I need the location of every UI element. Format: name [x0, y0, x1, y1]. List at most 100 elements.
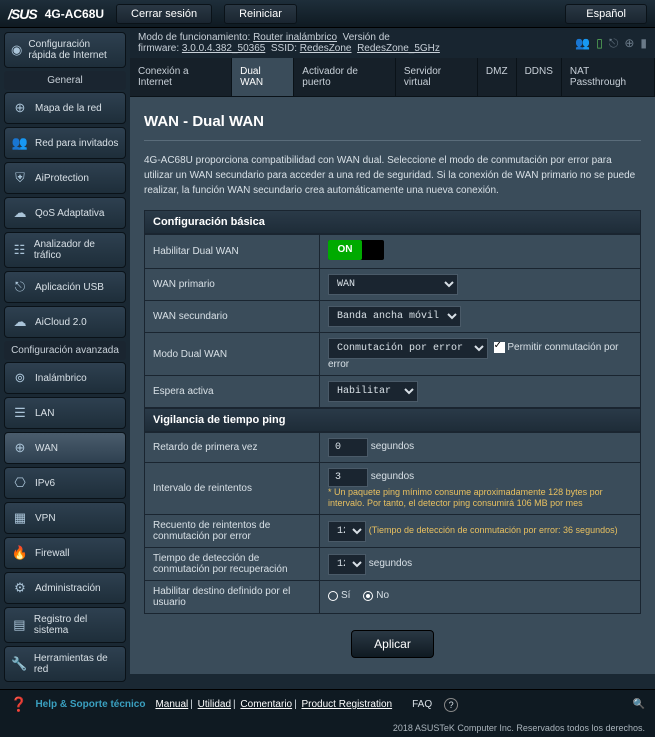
tab-ddns[interactable]: DDNS	[517, 58, 562, 96]
sidebar-item-guest-network[interactable]: 👥Red para invitados	[4, 127, 126, 159]
copyright-text: 2018 ASUSTeK Computer Inc. Reservados to…	[0, 719, 655, 737]
users-icon: 👥	[11, 134, 29, 152]
sidebar-item-label: Registro del sistema	[34, 614, 119, 636]
faq-help-icon[interactable]: ?	[444, 698, 458, 712]
enable-dualwan-label: Habilitar Dual WAN	[145, 235, 320, 269]
content-panel: WAN - Dual WAN 4G-AC68U proporciona comp…	[130, 97, 655, 674]
language-select[interactable]: Español	[565, 4, 647, 24]
tab-port-trigger[interactable]: Activador de puerto	[294, 58, 396, 96]
gauge-icon: ☁	[11, 204, 29, 222]
sidebar-item-aicloud[interactable]: ☁AiCloud 2.0	[4, 306, 126, 338]
retry-interval-input[interactable]: 3	[328, 468, 368, 487]
users-status-icon[interactable]: 👥	[575, 36, 590, 51]
top-bar: /SUS 4G-AC68U Cerrar sesión Reiniciar Es…	[0, 0, 655, 28]
product-reg-link[interactable]: Product Registration	[302, 699, 393, 710]
failover-retry-select[interactable]: 12	[328, 521, 366, 542]
ssid-value-2[interactable]: RedesZone_5GHz	[357, 43, 440, 54]
tab-nat-passthrough[interactable]: NAT Passthrough	[562, 58, 655, 96]
enable-dualwan-toggle[interactable]: ON	[328, 240, 384, 260]
sidebar-item-label: WAN	[35, 443, 58, 454]
sidebar-item-network-map[interactable]: ⊕Mapa de la red	[4, 92, 126, 124]
tab-dual-wan[interactable]: Dual WAN	[232, 58, 294, 96]
sidebar-item-nettools[interactable]: 🔧Herramientas de red	[4, 646, 126, 682]
logout-button[interactable]: Cerrar sesión	[116, 4, 212, 24]
recovery-time-select[interactable]: 12	[328, 554, 366, 575]
reboot-button[interactable]: Reiniciar	[224, 4, 297, 24]
wifi-icon: ⊚	[11, 369, 29, 387]
search-icon[interactable]: 🔍	[633, 699, 645, 710]
info-bar: Modo de funcionamiento: Router inalámbri…	[130, 28, 655, 58]
help-icon[interactable]: ❓	[10, 696, 27, 713]
usb-icon: ⎋	[11, 278, 29, 296]
chart-icon: ☷	[11, 241, 28, 259]
help-link[interactable]: Help & Soporte técnico	[35, 699, 145, 710]
user-dest-yes-radio[interactable]: Sí	[328, 590, 350, 601]
tab-dmz[interactable]: DMZ	[478, 58, 517, 96]
section-basic-header: Configuración básica	[144, 210, 641, 234]
sidebar-item-ipv6[interactable]: ⎔ IPv6	[4, 467, 126, 499]
ssid-value-1[interactable]: RedesZone	[300, 43, 352, 54]
sidebar-item-label: Herramientas de red	[34, 653, 119, 675]
radio-icon	[328, 591, 338, 601]
sidebar-item-label: Firewall	[35, 548, 69, 559]
seconds-label: segundos	[371, 441, 414, 452]
sidebar-item-vpn[interactable]: ▦VPN	[4, 502, 126, 534]
status-icons: 👥 ▯ ⎋ ⊕ ▮	[575, 36, 647, 51]
allow-failover-checkbox[interactable]	[494, 342, 505, 353]
sidebar-item-syslog[interactable]: ▤Registro del sistema	[4, 607, 126, 643]
tab-virtual-server[interactable]: Servidor virtual	[396, 58, 478, 96]
toggle-on-label: ON	[328, 240, 362, 260]
wan-status-icon[interactable]: ⊕	[624, 36, 634, 51]
no-label: No	[376, 590, 389, 601]
primary-wan-select[interactable]: WAN	[328, 274, 458, 295]
ipv6-icon: ⎔	[11, 474, 29, 492]
secondary-wan-select[interactable]: Banda ancha móvil	[328, 306, 461, 327]
mobile-status-icon[interactable]: ▯	[596, 36, 603, 51]
dualwan-mode-select[interactable]: Conmutación por error	[328, 338, 488, 359]
sidebar-item-traffic[interactable]: ☷ Analizador de tráfico	[4, 232, 126, 268]
sidebar-item-admin[interactable]: ⚙Administración	[4, 572, 126, 604]
utility-link[interactable]: Utilidad	[198, 699, 231, 710]
sidebar-quick-setup[interactable]: ◉ Configuración rápida de Internet	[4, 32, 126, 68]
tab-internet-connection[interactable]: Conexión a Internet	[130, 58, 232, 96]
first-delay-input[interactable]: 0	[328, 438, 368, 457]
mode-value[interactable]: Router inalámbrico	[253, 32, 337, 43]
sidebar-item-firewall[interactable]: 🔥Firewall	[4, 537, 126, 569]
apply-button[interactable]: Aplicar	[351, 630, 434, 658]
sidebar-item-label: Analizador de tráfico	[34, 239, 119, 261]
sidebar-item-wan[interactable]: ⊕WAN	[4, 432, 126, 464]
section-ping-header: Vigilancia de tiempo ping	[144, 408, 641, 432]
sidebar: ◉ Configuración rápida de Internet Gener…	[0, 28, 130, 689]
sidebar-item-aiprotection[interactable]: ⛨AiProtection	[4, 162, 126, 194]
sidebar-header-advanced: Configuración avanzada	[4, 341, 126, 360]
sidebar-item-label: Inalámbrico	[35, 373, 87, 384]
interval-note: * Un paquete ping mínimo consume aproxim…	[328, 487, 603, 508]
firmware-label: firmware:	[138, 43, 179, 54]
sidebar-item-wireless[interactable]: ⊚ Inalámbrico	[4, 362, 126, 394]
sidebar-item-label: QoS Adaptativa	[35, 208, 105, 219]
yes-label: Sí	[341, 590, 350, 601]
retry-interval-label: Intervalo de reintentos	[145, 463, 320, 515]
primary-wan-label: WAN primario	[145, 269, 320, 301]
gear-icon: ⚙	[11, 579, 29, 597]
sidebar-item-lan[interactable]: ☰LAN	[4, 397, 126, 429]
sidebar-item-label: IPv6	[35, 478, 55, 489]
signal-status-icon[interactable]: ▮	[640, 36, 647, 51]
vpn-icon: ▦	[11, 509, 29, 527]
usb-status-icon[interactable]: ⎋	[609, 36, 619, 51]
user-dest-no-radio[interactable]: No	[363, 590, 389, 601]
feedback-link[interactable]: Comentario	[240, 699, 292, 710]
manual-link[interactable]: Manual	[155, 699, 188, 710]
failover-retry-label: Recuento de reintentos de conmutación po…	[145, 515, 320, 548]
sidebar-item-qos[interactable]: ☁ QoS Adaptativa	[4, 197, 126, 229]
hot-standby-select[interactable]: Habilitar	[328, 381, 418, 402]
firmware-value[interactable]: 3.0.0.4.382_50365	[182, 43, 265, 54]
basic-config-table: Habilitar Dual WAN ON WAN primario WAN W…	[144, 234, 641, 408]
shield-icon: ⛨	[11, 169, 29, 187]
sidebar-item-label: AiCloud 2.0	[35, 317, 87, 328]
ssid-label: SSID:	[271, 43, 297, 54]
footer-links: Manual| Utilidad| Comentario| Product Re…	[153, 699, 394, 710]
dualwan-mode-label: Modo Dual WAN	[145, 333, 320, 376]
sidebar-item-usb-app[interactable]: ⎋Aplicación USB	[4, 271, 126, 303]
sidebar-header-general: General	[4, 71, 126, 90]
